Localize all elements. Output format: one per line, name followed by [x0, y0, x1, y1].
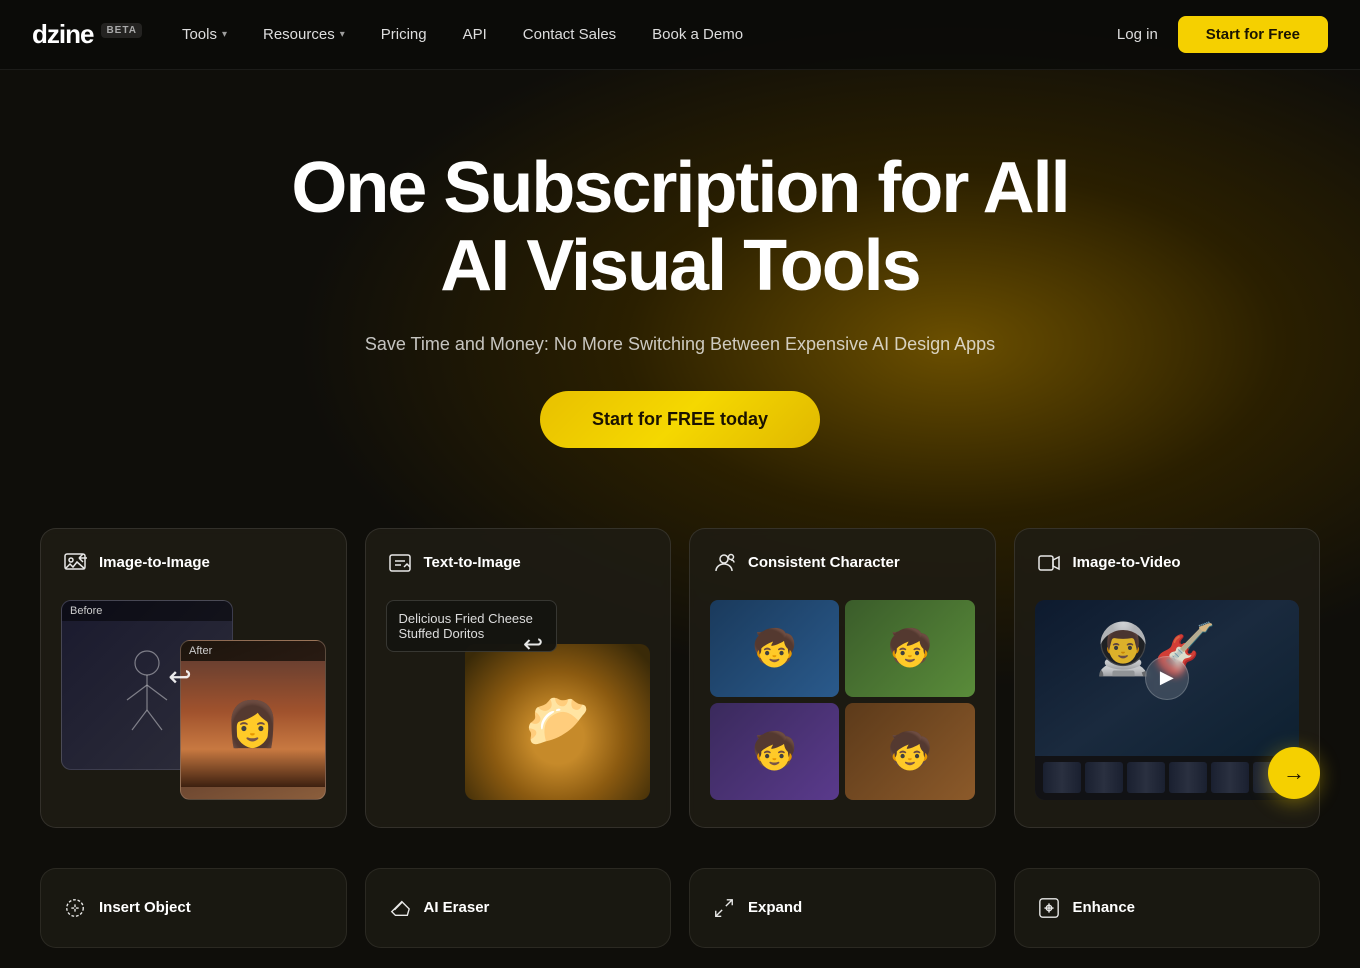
hero-title-line1: One Subscription for All [291, 148, 1068, 228]
nav-link-resources[interactable]: Resources ▾ [263, 26, 345, 43]
card-content-txt2img: Delicious Fried Cheese Stuffed Doritos ↩… [386, 593, 651, 807]
txt2img-demo: Delicious Fried Cheese Stuffed Doritos ↩… [386, 600, 651, 800]
consistent-character-icon [710, 549, 738, 577]
nav-item-resources[interactable]: Resources ▾ [263, 26, 345, 43]
food-emoji: 🥟 [525, 691, 590, 752]
transform-arrow-icon: ↩ [168, 660, 191, 693]
card-ai-eraser: AI Eraser [365, 868, 672, 948]
hero-section: One Subscription for All AI Visual Tools… [0, 70, 1360, 508]
nav-link-demo[interactable]: Book a Demo [652, 26, 743, 43]
chevron-down-icon: ▾ [222, 29, 227, 40]
text-to-image-icon [386, 549, 414, 577]
video-main: 👨‍🚀🎸 ▶ [1035, 600, 1300, 756]
character-cell-1: 🧒 [710, 600, 839, 697]
card-insert-object: Insert Object [40, 868, 347, 948]
after-photo: 👩 [181, 661, 324, 787]
nav-item-contact[interactable]: Contact Sales [523, 26, 616, 43]
card-text-to-image: Text-to-Image Delicious Fried Cheese Stu… [365, 528, 672, 828]
card-title-character: Consistent Character [748, 554, 900, 571]
nav-links: Tools ▾ Resources ▾ Pricing API Contact … [182, 26, 743, 43]
image-to-video-icon [1035, 549, 1063, 577]
hero-title-line2: AI Visual Tools [440, 226, 919, 306]
card-header-character: Consistent Character [710, 549, 975, 577]
character-cell-2: 🧒 [845, 600, 974, 697]
card-header-img2img: Image-to-Image [61, 549, 326, 577]
hero-heading: One Subscription for All AI Visual Tools [40, 150, 1320, 306]
logo-text: dzine [32, 19, 93, 50]
cta-text-end: today [715, 409, 768, 429]
after-panel: After 👩 [180, 640, 325, 800]
hero-subtitle: Save Time and Money: No More Switching B… [40, 334, 1320, 355]
expand-icon [710, 894, 738, 922]
card-title-eraser: AI Eraser [424, 899, 490, 916]
logo[interactable]: dzine BETA [32, 19, 142, 50]
logo-beta: BETA [101, 23, 141, 38]
nav-item-api[interactable]: API [463, 26, 487, 43]
before-label: Before [62, 601, 232, 621]
start-for-free-button[interactable]: Start for Free [1178, 16, 1328, 53]
card-title-img2img: Image-to-Image [99, 554, 210, 571]
card-title-expand: Expand [748, 899, 802, 916]
character-cell-3: 🧒 [710, 703, 839, 800]
ai-eraser-icon [386, 894, 414, 922]
strip-frame-2 [1085, 762, 1123, 793]
nav-left: dzine BETA Tools ▾ Resources ▾ Pricing A… [32, 19, 743, 50]
card-title-enhance: Enhance [1073, 899, 1136, 916]
character-grid: 🧒 🧒 🧒 🧒 [710, 600, 975, 800]
insert-object-icon [61, 894, 89, 922]
cta-text-bold: FREE [667, 409, 715, 429]
nav-link-contact[interactable]: Contact Sales [523, 26, 616, 43]
nav-right: Log in Start for Free [1117, 16, 1328, 53]
chevron-down-icon: ▾ [340, 29, 345, 40]
video-demo: 👨‍🚀🎸 ▶ [1035, 600, 1300, 800]
navbar: dzine BETA Tools ▾ Resources ▾ Pricing A… [0, 0, 1360, 70]
food-visual: 🥟 [465, 644, 650, 800]
tools-grid: Image-to-Image Before [0, 508, 1360, 868]
tools-grid-row2: Insert Object AI Eraser Expand [0, 868, 1360, 968]
after-label: After [181, 641, 324, 661]
nav-item-demo[interactable]: Book a Demo [652, 26, 743, 43]
nav-link-pricing[interactable]: Pricing [381, 26, 427, 43]
character-cell-4: 🧒 [845, 703, 974, 800]
img2img-demo: Before ↩ After [61, 600, 326, 800]
card-header-txt2img: Text-to-Image [386, 549, 651, 577]
nav-link-tools[interactable]: Tools ▾ [182, 26, 227, 43]
strip-frame-3 [1127, 762, 1165, 793]
cta-text-start: Start for [592, 409, 667, 429]
card-image-to-image: Image-to-Image Before [40, 528, 347, 828]
strip-frame-5 [1211, 762, 1249, 793]
transform-arrow2-icon: ↩ [523, 630, 543, 659]
card-title-img2vid: Image-to-Video [1073, 554, 1181, 571]
nav-item-tools[interactable]: Tools ▾ [182, 26, 227, 43]
txt2img-result-image: 🥟 [465, 644, 650, 800]
card-header-img2vid: Image-to-Video [1035, 549, 1300, 577]
card-enhance: Enhance [1014, 868, 1321, 948]
hero-cta-button[interactable]: Start for FREE today [540, 391, 820, 448]
card-consistent-character: Consistent Character 🧒 🧒 🧒 🧒 [689, 528, 996, 828]
nav-item-pricing[interactable]: Pricing [381, 26, 427, 43]
card-content-character: 🧒 🧒 🧒 🧒 [710, 593, 975, 807]
card-content-img2img: Before ↩ After [61, 593, 326, 807]
card-title-txt2img: Text-to-Image [424, 554, 521, 571]
video-filmstrip [1035, 756, 1300, 800]
image-to-image-icon [61, 549, 89, 577]
card-title-insert: Insert Object [99, 899, 191, 916]
login-button[interactable]: Log in [1117, 26, 1158, 43]
card-expand: Expand [689, 868, 996, 948]
next-fab-button[interactable]: → [1268, 747, 1320, 799]
play-button[interactable]: ▶ [1145, 656, 1189, 700]
strip-frame-4 [1169, 762, 1207, 793]
prompt-text: Delicious Fried Cheese Stuffed Doritos [399, 611, 533, 641]
nav-link-api[interactable]: API [463, 26, 487, 43]
card-content-img2vid: 👨‍🚀🎸 ▶ [1035, 593, 1300, 807]
enhance-icon [1035, 894, 1063, 922]
next-arrow-icon: → [1283, 760, 1305, 786]
strip-frame-1 [1043, 762, 1081, 793]
